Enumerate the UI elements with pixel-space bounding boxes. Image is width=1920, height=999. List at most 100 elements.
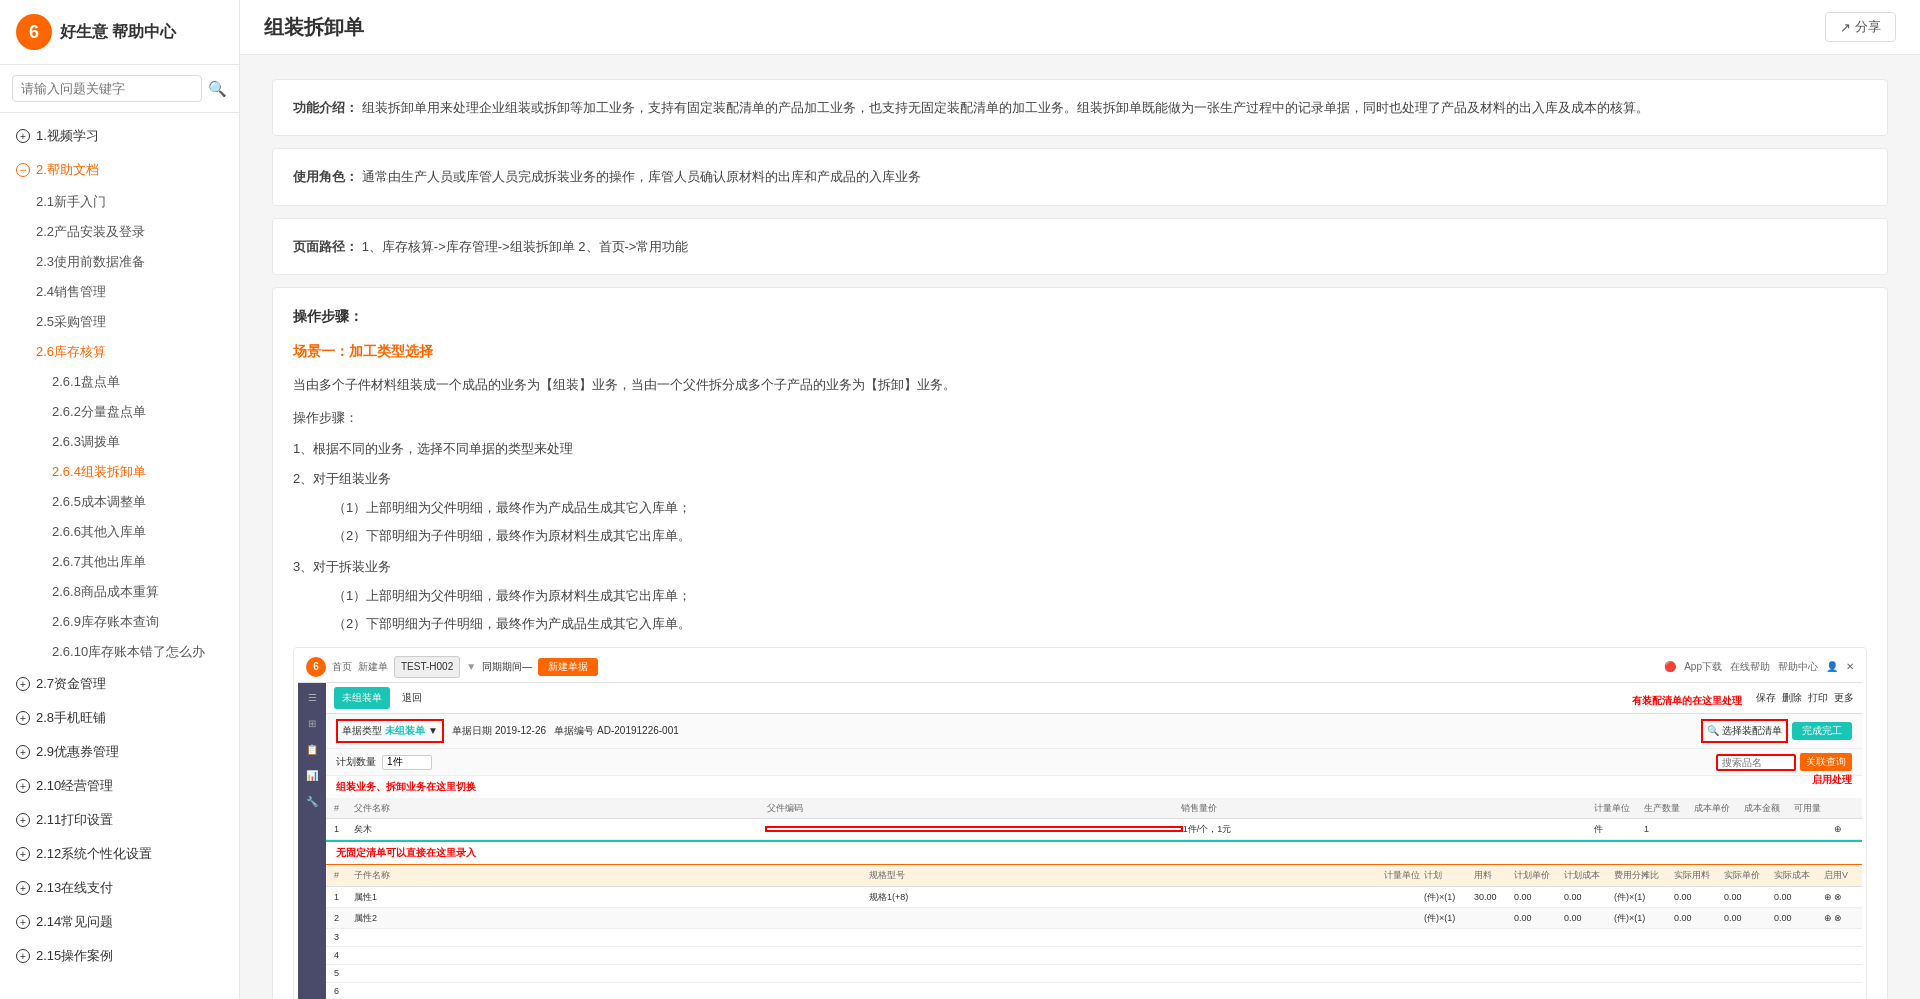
col-unit: 计量单位 xyxy=(1594,800,1644,816)
lrow1-index: 1 xyxy=(334,889,354,905)
choose-btn-highlighted[interactable]: 🔍 选择装配清单 xyxy=(1701,719,1788,743)
del-icon2[interactable]: ⊗ xyxy=(1834,910,1842,926)
lower-table-header: # 子件名称 规格型号 计量单位 计划 用料 计划单价 计划成本 费用分摊比 xyxy=(326,864,1862,886)
lrow2-plan: (件)×(1) xyxy=(1424,910,1474,926)
sidebar-item-other-out[interactable]: 2.6.7其他出库单 xyxy=(0,547,239,577)
plus-icon-faq: + xyxy=(16,915,30,929)
lrow1-material: 30.00 xyxy=(1474,889,1514,905)
sidebar-item-ledger-query[interactable]: 2.6.9库存账本查询 xyxy=(0,607,239,637)
toolbar-more[interactable]: 更多 xyxy=(1834,689,1854,707)
app-tab-inactive[interactable]: 退回 xyxy=(394,687,430,709)
lower-table-row-1: 1 属性1 规格1(+8) (件)×(1) 30.00 0.00 0.00 (件… xyxy=(326,887,1862,908)
role-label: 使用角色： xyxy=(293,169,358,184)
col-parent-name: 父件名称 xyxy=(354,800,767,816)
sidebar-item-online-pay[interactable]: + 2.13在线支付 xyxy=(0,871,239,905)
steps-intro: 操作步骤： xyxy=(293,406,1867,429)
lrow2-name: 属性2 xyxy=(354,910,869,926)
content-area: 功能介绍： 组装拆卸单用来处理企业组装或拆卸等加工业务，支持有固定装配清单的产品… xyxy=(240,55,1920,999)
sidebar-item-ledger-error[interactable]: 2.6.10库存账本错了怎么办 xyxy=(0,637,239,667)
logo-text: 好生意 帮助中心 xyxy=(60,22,176,43)
sidebar-item-video[interactable]: + 1.视频学习 xyxy=(0,119,239,153)
upper-table-row: 1 矣木 1件/个，1元 件 1 xyxy=(326,819,1862,840)
plus-icon-personalize: + xyxy=(16,847,30,861)
app-topbar: 6 首页 新建单 TEST-H002 ▼ 同期期间— 新建单据 🔴 App下载 … xyxy=(298,652,1862,683)
sidebar-item-install[interactable]: 2.2产品安装及登录 xyxy=(0,217,239,247)
sidebar-item-business[interactable]: + 2.10经营管理 xyxy=(0,769,239,803)
topbar-nav1: 首页 xyxy=(332,658,352,676)
app-tab-active[interactable]: 未组装单 xyxy=(334,687,390,709)
sidebar-item-prepare[interactable]: 2.3使用前数据准备 xyxy=(0,247,239,277)
date-value: 2019-12-26 xyxy=(495,722,546,740)
step3-2: （2）下部明细为子件明细，最终作为产成品生成其它入库单。 xyxy=(333,612,1867,635)
upper-table: # 父件名称 父件编码 销售量价 计量单位 生产数量 成本单价 成本金额 可用量 xyxy=(326,798,1862,842)
share-button[interactable]: ↗ 分享 xyxy=(1825,12,1896,42)
lcol-index: # xyxy=(334,867,354,883)
lcol-enable: 启用V xyxy=(1824,867,1854,883)
toolbar-print[interactable]: 打印 xyxy=(1808,689,1828,707)
sidebar-item-other-in[interactable]: 2.6.6其他入库单 xyxy=(0,517,239,547)
qty-input[interactable] xyxy=(382,755,432,770)
toolbar-save[interactable]: 保存 xyxy=(1756,689,1776,707)
row-action: ⊕ xyxy=(1834,821,1854,837)
sidebar-item-coupon[interactable]: + 2.9优惠券管理 xyxy=(0,735,239,769)
app-icon: App下载 xyxy=(1684,658,1722,676)
share-icon: ↗ xyxy=(1840,20,1851,35)
main-area: 组装拆卸单 ↗ 分享 功能介绍： 组装拆卸单用来处理企业组装或拆卸等加工业务，支… xyxy=(240,0,1920,999)
sidebar-item-cases[interactable]: + 2.15操作案例 xyxy=(0,939,239,973)
scene1-label: 场景一：加工类型选择 xyxy=(293,339,1867,364)
app-logo-small: 6 xyxy=(306,657,326,677)
app-form-row2: 计划数量 关联查询 启用处理 xyxy=(326,749,1862,776)
path-label: 页面路径： xyxy=(293,239,358,254)
sidebar-item-mobile[interactable]: + 2.8手机旺铺 xyxy=(0,701,239,735)
col-prod-qty: 生产数量 xyxy=(1644,800,1694,816)
sidebar-item-assemble[interactable]: 2.6.4组装拆卸单 xyxy=(0,457,239,487)
sidebar-item-newbie[interactable]: 2.1新手入门 xyxy=(0,187,239,217)
new-record-btn[interactable]: 新建单据 xyxy=(538,658,598,676)
sidebar-item-purchase[interactable]: 2.5采购管理 xyxy=(0,307,239,337)
sidebar-item-stock-count2[interactable]: 2.6.2分量盘点单 xyxy=(0,397,239,427)
row-parent-name: 矣木 xyxy=(354,821,765,837)
search-input[interactable] xyxy=(12,75,202,102)
lcol-material: 用料 xyxy=(1474,867,1514,883)
sidebar-item-cost-recalc[interactable]: 2.6.8商品成本重算 xyxy=(0,577,239,607)
plus-icon-mobile: + xyxy=(16,711,30,725)
sidebar-item-sales[interactable]: 2.4销售管理 xyxy=(0,277,239,307)
lrow1-actions: ⊕ ⊗ xyxy=(1824,889,1854,905)
sidebar-icon1: ☰ xyxy=(308,689,317,707)
sidebar-item-docs[interactable]: − 2.帮助文档 xyxy=(0,153,239,187)
lrow1-plan: (件)×(1) xyxy=(1424,889,1474,905)
row-sales-price: 1件/个，1元 xyxy=(1183,821,1594,837)
sidebar-item-adjust[interactable]: 2.6.3调拨单 xyxy=(0,427,239,457)
lower-table-row-3: 3 xyxy=(326,929,1862,947)
lrow2-actual-cost: 0.00 xyxy=(1774,910,1824,926)
del-icon[interactable]: ⊗ xyxy=(1834,889,1842,905)
sidebar-item-print[interactable]: + 2.11打印设置 xyxy=(0,803,239,837)
col-cost-price: 成本单价 xyxy=(1694,800,1744,816)
sidebar-item-finance[interactable]: + 2.7资金管理 xyxy=(0,667,239,701)
user-icon: 👤 xyxy=(1826,658,1838,676)
logo-icon: 6 xyxy=(16,14,52,50)
search-button[interactable]: 🔍 xyxy=(208,80,227,98)
sidebar-item-inventory[interactable]: 2.6库存核算 xyxy=(0,337,239,367)
lcol-unit: 计量单位 xyxy=(1384,867,1424,883)
search-box: 🔍 xyxy=(0,65,239,113)
lrow2-actual-material: 0.00 xyxy=(1674,910,1724,926)
lcol-child-name: 子件名称 xyxy=(354,867,869,883)
page-title: 组装拆卸单 xyxy=(264,14,364,41)
lcol-plan-price: 计划单价 xyxy=(1514,867,1564,883)
lower-table-row-6: 6 xyxy=(326,983,1862,999)
sidebar-item-personalize[interactable]: + 2.12系统个性化设置 xyxy=(0,837,239,871)
sidebar-item-faq[interactable]: + 2.14常见问题 xyxy=(0,905,239,939)
confirm-btn[interactable]: 完成完工 xyxy=(1792,722,1852,740)
toolbar-delete[interactable]: 删除 xyxy=(1782,689,1802,707)
copy-icon[interactable]: ⊕ xyxy=(1824,889,1832,905)
copy-icon2[interactable]: ⊕ xyxy=(1824,910,1832,926)
sidebar-item-cost-adjust[interactable]: 2.6.5成本调整单 xyxy=(0,487,239,517)
steps-block: 操作步骤： 场景一：加工类型选择 当由多个子件材料组装成一个成品的业务为【组装】… xyxy=(272,287,1888,999)
step2-2: （2）下部明细为子件明细，最终作为原材料生成其它出库单。 xyxy=(333,524,1867,547)
search-product-btn[interactable]: 关联查询 xyxy=(1800,753,1852,771)
product-search-input[interactable] xyxy=(1716,754,1796,771)
lcol-actual-cost: 实际成本 xyxy=(1774,867,1824,883)
sidebar-item-stock-count[interactable]: 2.6.1盘点单 xyxy=(0,367,239,397)
annotation-bom: 有装配清单的在这里处理 xyxy=(1632,692,1742,710)
